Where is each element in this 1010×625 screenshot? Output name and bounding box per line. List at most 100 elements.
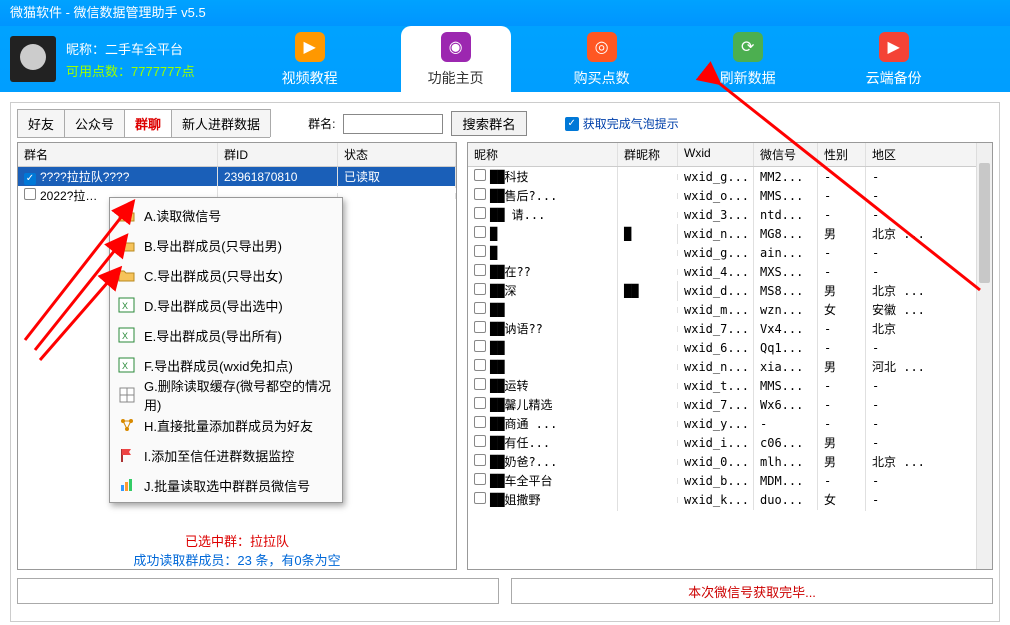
search-input[interactable]	[343, 114, 443, 134]
col-group-id[interactable]: 群ID	[218, 143, 338, 166]
group-header: 群名 群ID 状态	[18, 143, 456, 167]
topbar: 昵称：二手车全平台 可用点数：7777777点 ▶视频教程◉功能主页◎购买点数⟳…	[0, 26, 1010, 92]
member-row[interactable]: ██wxid_n...MG8...男北京 ...	[468, 224, 992, 243]
nickname-value: 二手车全平台	[105, 42, 183, 57]
ctx-item-8[interactable]: I.添加至信任进群数据监控	[110, 440, 342, 470]
member-checkbox[interactable]	[474, 188, 486, 200]
cell-gnick	[618, 497, 678, 503]
status-bar-left	[17, 578, 499, 604]
ctx-item-0[interactable]: A.读取微信号	[110, 200, 342, 230]
col-wxid[interactable]: Wxid	[678, 143, 754, 166]
member-checkbox[interactable]	[474, 397, 486, 409]
ctx-label: H.直接批量添加群成员为好友	[144, 416, 313, 435]
tab-0[interactable]: 好友	[17, 109, 65, 137]
member-checkbox[interactable]	[474, 416, 486, 428]
cell-wechat: Wx6...	[754, 395, 818, 415]
col-group-name[interactable]: 群名	[18, 143, 218, 166]
cell-wechat: -	[754, 414, 818, 434]
member-checkbox[interactable]	[474, 321, 486, 333]
ctx-item-9[interactable]: J.批量读取选中群群员微信号	[110, 470, 342, 500]
ctx-item-6[interactable]: G.删除读取缓存(微号都空的情况用)	[110, 380, 342, 410]
cell-gnick	[618, 364, 678, 370]
svg-text:X: X	[122, 331, 128, 341]
context-menu[interactable]: A.读取微信号 B.导出群成员(只导出男) C.导出群成员(只导出女) XD.导出群成…	[109, 197, 343, 503]
cell-gnick	[618, 269, 678, 275]
cell-wechat: MM2...	[754, 167, 818, 187]
cell-gnick	[618, 383, 678, 389]
nav-label: 购买点数	[574, 68, 630, 88]
ctx-label: J.批量读取选中群群员微信号	[144, 476, 310, 495]
cell-area: -	[866, 167, 992, 187]
member-row[interactable]: ██姐撒野wxid_k...duo...女-	[468, 490, 992, 509]
fetch-checkbox[interactable]: 获取完成气泡提示	[565, 115, 679, 132]
member-checkbox[interactable]	[474, 264, 486, 276]
member-checkbox[interactable]	[474, 492, 486, 504]
nav-4[interactable]: ▶云端备份	[839, 26, 949, 92]
ctx-label: C.导出群成员(只导出女)	[144, 266, 283, 285]
member-checkbox[interactable]	[474, 169, 486, 181]
cell-gnick	[618, 440, 678, 446]
cell-wxid: wxid_n...	[678, 357, 754, 377]
cell-nick: ██	[468, 337, 618, 358]
nav-1[interactable]: ◉功能主页	[401, 26, 511, 92]
tab-2[interactable]: 群聊	[124, 109, 172, 137]
cell-area: -	[866, 186, 992, 206]
cell-sex: -	[818, 243, 866, 263]
fetch-checkbox-label: 获取完成气泡提示	[583, 115, 679, 132]
nav-2[interactable]: ◎购买点数	[547, 26, 657, 92]
nav-0[interactable]: ▶ 视频教程	[255, 26, 365, 92]
col-wechat[interactable]: 微信号	[754, 143, 818, 166]
member-checkbox[interactable]	[474, 454, 486, 466]
cell-gnick	[618, 307, 678, 313]
cell-wechat: duo...	[754, 490, 818, 510]
col-gnick[interactable]: 群昵称	[618, 143, 678, 166]
member-header: 昵称 群昵称 Wxid 微信号 性别 地区	[468, 143, 992, 167]
cell-sex: -	[818, 167, 866, 187]
col-area[interactable]: 地区	[866, 143, 992, 166]
col-group-status[interactable]: 状态	[338, 143, 456, 166]
nickname-label: 昵称：	[66, 42, 105, 57]
tab-3[interactable]: 新人进群数据	[171, 109, 271, 137]
ctx-item-1[interactable]: B.导出群成员(只导出男)	[110, 230, 342, 260]
nav-3[interactable]: ⟳刷新数据	[693, 26, 803, 92]
member-checkbox[interactable]	[474, 302, 486, 314]
row-checkbox[interactable]	[24, 188, 36, 200]
member-checkbox[interactable]	[474, 245, 486, 257]
cell-wxid: wxid_7...	[678, 395, 754, 415]
cell-area: -	[866, 395, 992, 415]
tab-1[interactable]: 公众号	[64, 109, 125, 137]
cell-wechat: wzn...	[754, 300, 818, 320]
chart-icon	[118, 477, 136, 493]
member-checkbox[interactable]	[474, 473, 486, 485]
checkbox-icon	[565, 117, 579, 131]
ctx-item-7[interactable]: H.直接批量添加群成员为好友	[110, 410, 342, 440]
cell-gnick	[618, 174, 678, 180]
ctx-item-2[interactable]: C.导出群成员(只导出女)	[110, 260, 342, 290]
selected-group-status: 已选中群：拉拉队	[18, 531, 456, 550]
search-button[interactable]: 搜索群名	[451, 111, 526, 136]
nav-label: 视频教程	[282, 68, 338, 88]
member-checkbox[interactable]	[474, 283, 486, 295]
cell-area: -	[866, 471, 992, 491]
member-row[interactable]: ██讷语??wxid_7...Vx4...-北京	[468, 319, 992, 338]
xls-icon: X	[118, 357, 136, 373]
member-checkbox[interactable]	[474, 340, 486, 352]
ctx-item-3[interactable]: XD.导出群成员(导出选中)	[110, 290, 342, 320]
scrollbar[interactable]	[976, 143, 992, 569]
ctx-label: I.添加至信任进群数据监控	[144, 446, 294, 465]
member-checkbox[interactable]	[474, 435, 486, 447]
member-checkbox[interactable]	[474, 378, 486, 390]
nav-icon: ▶	[295, 32, 325, 62]
member-checkbox[interactable]	[474, 359, 486, 371]
col-sex[interactable]: 性别	[818, 143, 866, 166]
member-checkbox[interactable]	[474, 226, 486, 238]
ctx-label: B.导出群成员(只导出男)	[144, 236, 282, 255]
cell-wechat: MXS...	[754, 262, 818, 282]
scroll-thumb[interactable]	[979, 163, 990, 283]
cell-gnick: ██	[618, 281, 678, 301]
member-body[interactable]: ██科技wxid_g...MM2...--██售后?...wxid_o...MM…	[468, 167, 992, 569]
col-nick[interactable]: 昵称	[468, 143, 618, 166]
ctx-item-4[interactable]: XE.导出群成员(导出所有)	[110, 320, 342, 350]
member-checkbox[interactable]	[474, 207, 486, 219]
nav-label: 刷新数据	[720, 68, 776, 88]
